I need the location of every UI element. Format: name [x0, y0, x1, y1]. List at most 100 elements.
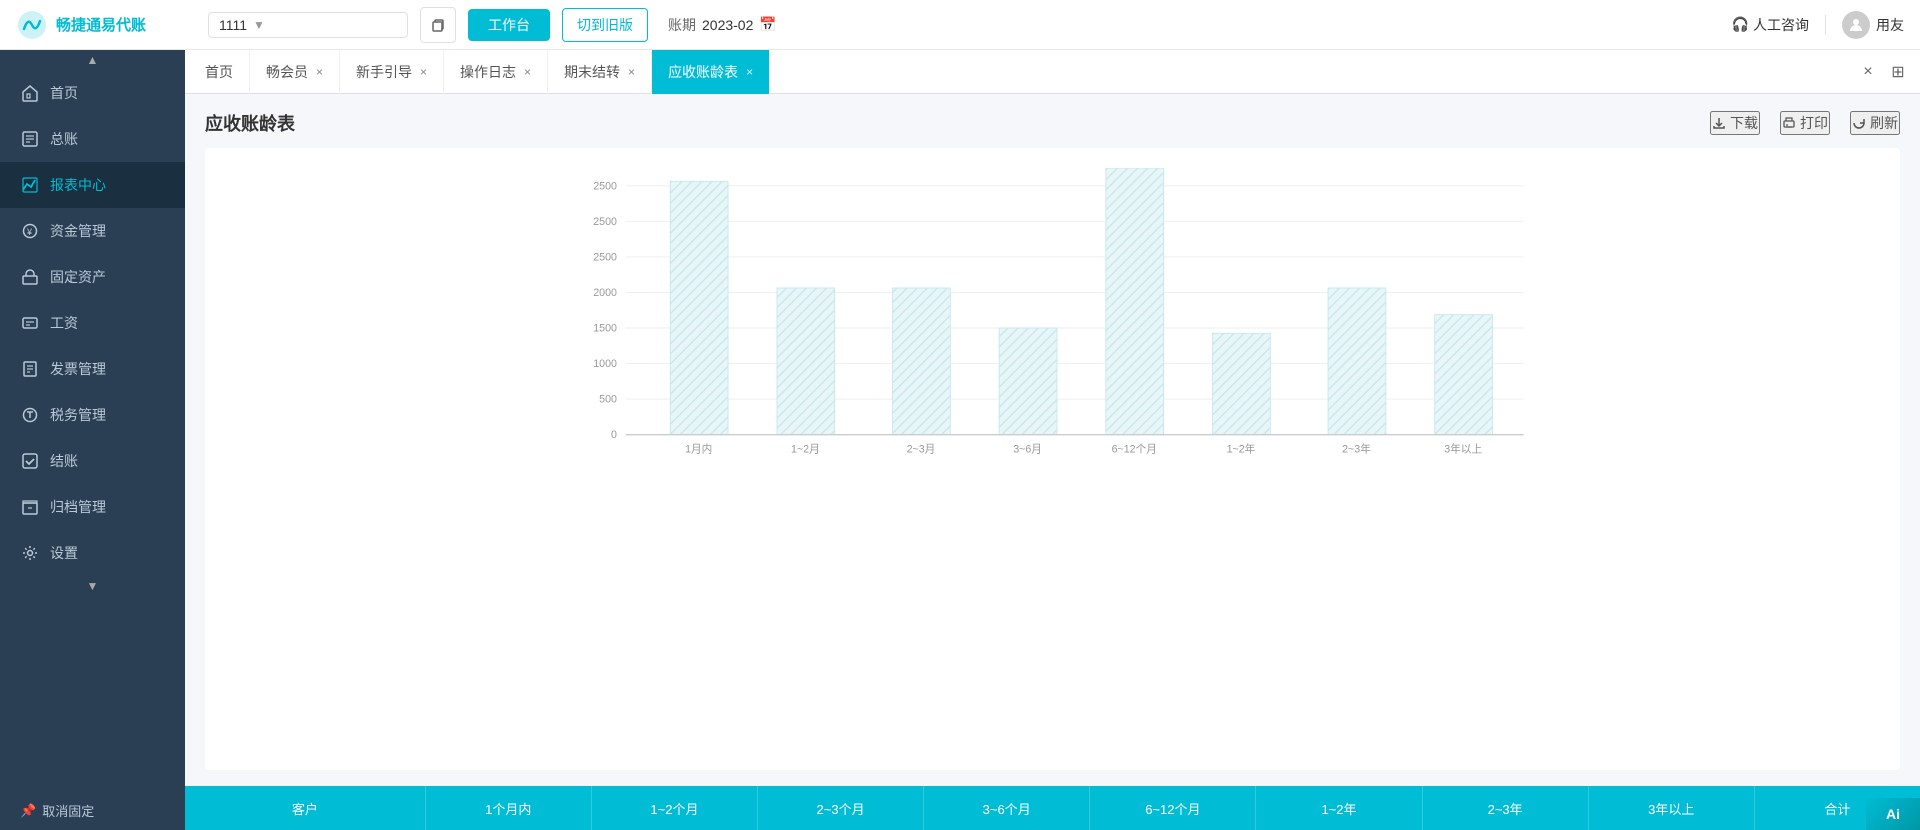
sidebar-item-assets[interactable]: 固定资产: [0, 254, 185, 300]
tabs-close-all-button[interactable]: ×: [1854, 58, 1882, 86]
header-divider: [1825, 15, 1826, 35]
tab-oplog-label: 操作日志: [460, 62, 516, 82]
copy-icon-button[interactable]: [420, 7, 456, 43]
svg-text:0: 0: [611, 429, 617, 441]
tab-aging[interactable]: 应收账龄表 ×: [652, 50, 770, 94]
bar-3年以上: [1435, 315, 1493, 435]
ai-float-button[interactable]: Ai: [1866, 798, 1920, 830]
tab-guide[interactable]: 新手引导 ×: [340, 50, 444, 94]
sidebar-label-home: 首页: [50, 83, 78, 103]
th-3-6month: 3~6个月: [924, 786, 1090, 830]
tabs-actions: × ⊞: [1846, 58, 1920, 86]
sidebar-item-archive[interactable]: 归档管理: [0, 484, 185, 530]
sidebar-label-payroll: 工资: [50, 313, 78, 333]
th-1-2year: 1~2年: [1256, 786, 1422, 830]
bar-3-6月: [999, 328, 1057, 435]
print-button[interactable]: 打印: [1780, 111, 1830, 135]
sidebar-item-tax[interactable]: 税务管理: [0, 392, 185, 438]
invoice-icon: [20, 359, 40, 379]
svg-text:2500: 2500: [593, 180, 617, 192]
closing-icon: [20, 451, 40, 471]
bar-2-3月: [893, 288, 951, 435]
company-select[interactable]: 1111 ▼: [208, 12, 408, 38]
th-2-3month: 2~3个月: [758, 786, 924, 830]
tabs-maximize-button[interactable]: ⊞: [1884, 58, 1912, 86]
sidebar-item-ledger[interactable]: 总账: [0, 116, 185, 162]
tab-yearend-close[interactable]: ×: [628, 65, 635, 79]
sidebar: ▲ 首页: [0, 50, 185, 830]
company-name: 1111: [219, 17, 247, 33]
tab-aging-label: 应收账龄表: [668, 62, 738, 82]
tab-home[interactable]: 首页: [189, 50, 250, 94]
bar-6-12月: [1106, 168, 1164, 435]
tab-member[interactable]: 畅会员 ×: [250, 50, 340, 94]
tab-member-close[interactable]: ×: [316, 65, 323, 79]
x-label-3年以上: 3年以上: [1444, 442, 1482, 455]
ledger-icon: [20, 129, 40, 149]
user-avatar: [1842, 11, 1870, 39]
logo-area: 畅捷通易代账: [16, 9, 196, 41]
page-content: 应收账龄表 下载 打印: [185, 94, 1920, 786]
download-button[interactable]: 下载: [1710, 111, 1760, 135]
user-name: 用友: [1876, 15, 1904, 35]
tab-guide-close[interactable]: ×: [420, 65, 427, 79]
cancel-fixed-label: 取消固定: [42, 801, 94, 820]
x-label-1-2月: 1~2月: [791, 443, 820, 455]
x-label-3-6月: 3~6月: [1013, 443, 1042, 455]
sidebar-label-invoice: 发票管理: [50, 359, 106, 379]
sidebar-scroll-down[interactable]: ▼: [0, 576, 185, 596]
th-customer: 客户: [185, 786, 426, 830]
pin-icon: 📌: [20, 803, 36, 819]
sidebar-label-archive: 归档管理: [50, 497, 106, 517]
download-icon: [1712, 116, 1726, 130]
consult-button[interactable]: 🎧 人工咨询: [1732, 15, 1809, 35]
bar-2-3年: [1328, 288, 1386, 435]
archive-icon: [20, 497, 40, 517]
tab-oplog[interactable]: 操作日志 ×: [444, 50, 548, 94]
sidebar-item-settings[interactable]: 设置: [0, 530, 185, 576]
tab-home-label: 首页: [205, 62, 233, 82]
sidebar-label-closing: 结账: [50, 451, 78, 471]
user-area[interactable]: 用友: [1842, 11, 1904, 39]
th-3year-plus: 3年以上: [1589, 786, 1755, 830]
sidebar-label-funds: 资金管理: [50, 221, 106, 241]
period-value: 2023-02: [702, 17, 753, 33]
sidebar-item-closing[interactable]: 结账: [0, 438, 185, 484]
calendar-icon[interactable]: 📅: [759, 16, 776, 33]
bar-chart: 2500 2500 2500 2000 1500 1000 500 0: [225, 168, 1880, 488]
sidebar-scroll-up[interactable]: ▲: [0, 50, 185, 70]
tab-aging-close[interactable]: ×: [746, 65, 753, 79]
sidebar-item-home[interactable]: 首页: [0, 70, 185, 116]
cancel-fixed-button[interactable]: 📌 取消固定: [0, 791, 185, 830]
sidebar-item-invoice[interactable]: 发票管理: [0, 346, 185, 392]
svg-text:1000: 1000: [593, 358, 617, 370]
sidebar-label-settings: 设置: [50, 543, 78, 563]
svg-text:500: 500: [599, 394, 617, 406]
th-6-12month: 6~12个月: [1090, 786, 1256, 830]
logo-text: 畅捷通易代账: [56, 14, 146, 35]
sidebar-label-ledger: 总账: [50, 129, 78, 149]
bar-1-2月: [777, 288, 835, 435]
refresh-label: 刷新: [1870, 113, 1898, 133]
consult-label: 人工咨询: [1753, 15, 1809, 35]
sidebar-nav: 首页 总账: [0, 70, 185, 576]
headset-icon: 🎧: [1732, 16, 1749, 33]
tab-oplog-close[interactable]: ×: [524, 65, 531, 79]
sidebar-item-reports[interactable]: 报表中心: [0, 162, 185, 208]
svg-text:2000: 2000: [593, 287, 617, 299]
chevron-down-icon: ▼: [253, 18, 265, 32]
tab-yearend[interactable]: 期末结转 ×: [548, 50, 652, 94]
switch-version-button[interactable]: 切到旧版: [562, 8, 648, 42]
x-label-2-3月: 2~3月: [907, 443, 936, 455]
tab-yearend-label: 期末结转: [564, 62, 620, 82]
home-icon: [20, 83, 40, 103]
refresh-button[interactable]: 刷新: [1850, 111, 1900, 135]
sidebar-label-reports: 报表中心: [50, 175, 106, 195]
page-title-bar: 应收账龄表 下载 打印: [205, 110, 1900, 136]
sidebar-item-funds[interactable]: ¥ 资金管理: [0, 208, 185, 254]
sidebar-item-payroll[interactable]: 工资: [0, 300, 185, 346]
page-title: 应收账龄表: [205, 110, 295, 136]
tax-icon: [20, 405, 40, 425]
workbench-button[interactable]: 工作台: [468, 9, 550, 41]
download-label: 下载: [1730, 113, 1758, 133]
